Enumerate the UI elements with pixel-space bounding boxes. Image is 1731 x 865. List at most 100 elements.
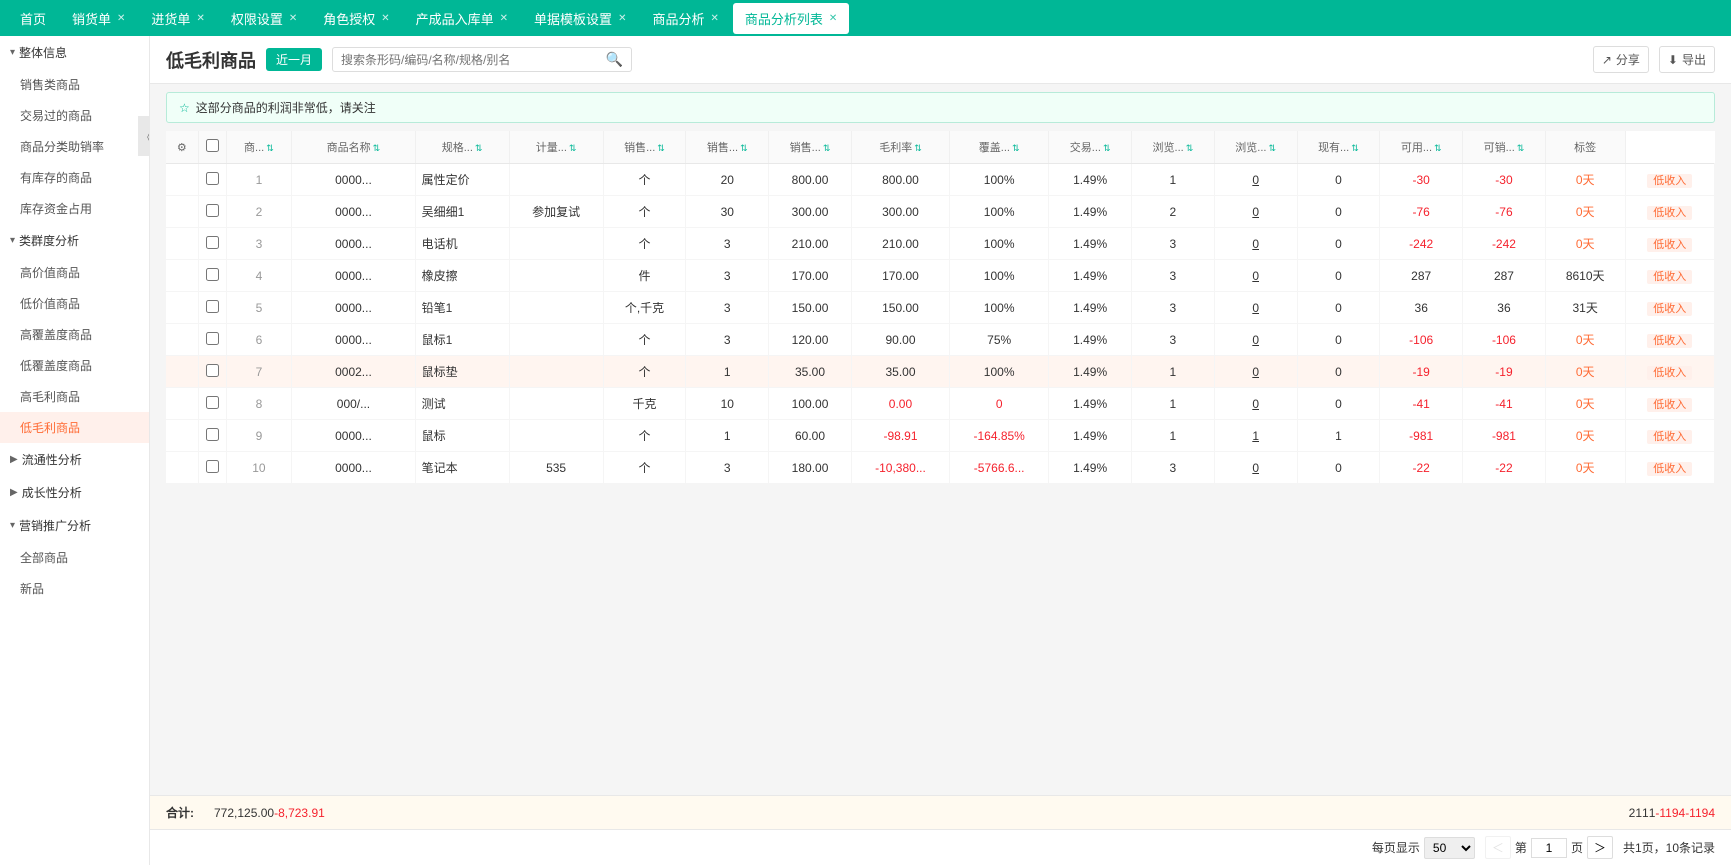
row-select-checkbox[interactable] xyxy=(206,460,219,473)
nav-product-entry[interactable]: 产成品入库单 ✕ xyxy=(404,3,520,34)
row-select-checkbox[interactable] xyxy=(206,332,219,345)
row-views1[interactable]: 0 xyxy=(1214,228,1297,260)
col-sales-qty[interactable]: 销售...⇅ xyxy=(603,131,686,164)
nav-template-close[interactable]: ✕ xyxy=(618,13,626,24)
col-views1[interactable]: 浏览...⇅ xyxy=(1132,131,1215,164)
sidebar-item-stock-funds[interactable]: 库存资金占用 xyxy=(0,193,149,224)
row-select-checkbox[interactable] xyxy=(206,428,219,441)
nav-template-settings[interactable]: 单据模板设置 ✕ xyxy=(522,3,638,34)
next-page-btn[interactable]: ＞ xyxy=(1587,836,1613,859)
sidebar-group-cluster[interactable]: ▾ 类群度分析 xyxy=(0,224,149,257)
nav-home[interactable]: 首页 xyxy=(8,3,58,34)
search-icon[interactable]: 🔍 xyxy=(606,51,623,68)
row-views1[interactable]: 0 xyxy=(1214,324,1297,356)
row-tag: 低收入 xyxy=(1625,420,1715,452)
row-tag: 低收入 xyxy=(1625,452,1715,484)
col-sales-profit[interactable]: 销售...⇅ xyxy=(769,131,852,164)
nav-product-analysis[interactable]: 商品分析 ✕ xyxy=(640,3,730,34)
sidebar-item-high-coverage[interactable]: 高覆盖度商品 xyxy=(0,319,149,350)
row-views1[interactable]: 0 xyxy=(1214,356,1297,388)
row-trade-count: 3 xyxy=(1132,228,1215,260)
sidebar-group-growth[interactable]: ▶ 成长性分析 xyxy=(0,476,149,509)
sidebar-item-traded-goods[interactable]: 交易过的商品 xyxy=(0,100,149,131)
row-views2: 1 xyxy=(1297,420,1380,452)
col-name[interactable]: 商品名称⇅ xyxy=(292,131,415,164)
table-row: 8 000/... 测试 千克 10 100.00 0.00 0 1.49% 1… xyxy=(166,388,1715,420)
row-select-checkbox[interactable] xyxy=(206,364,219,377)
share-button[interactable]: ↗ 分享 xyxy=(1593,46,1649,73)
col-settings[interactable]: ⚙ xyxy=(166,131,198,164)
col-coverage[interactable]: 覆盖...⇅ xyxy=(950,131,1049,164)
row-views1[interactable]: 0 xyxy=(1214,260,1297,292)
row-views1[interactable]: 0 xyxy=(1214,196,1297,228)
sidebar-group-marketing[interactable]: ▾ 营销推广分析 xyxy=(0,509,149,542)
row-views1[interactable]: 0 xyxy=(1214,164,1297,196)
col-views2[interactable]: 浏览...⇅ xyxy=(1214,131,1297,164)
col-available[interactable]: 可用...⇅ xyxy=(1380,131,1463,164)
search-input[interactable] xyxy=(341,53,606,67)
select-all-checkbox[interactable] xyxy=(206,139,219,152)
page-input[interactable] xyxy=(1531,838,1567,858)
col-current-stock[interactable]: 现有...⇅ xyxy=(1297,131,1380,164)
row-views1[interactable]: 0 xyxy=(1214,292,1297,324)
prev-page-btn[interactable]: ＜ xyxy=(1485,836,1511,859)
nav-permissions[interactable]: 权限设置 ✕ xyxy=(219,3,309,34)
nav-permissions-close[interactable]: ✕ xyxy=(289,13,297,24)
nav-purchase-close[interactable]: ✕ xyxy=(196,13,204,24)
row-views1[interactable]: 1 xyxy=(1214,420,1297,452)
sidebar-collapse-btn[interactable]: 《 xyxy=(138,116,150,156)
sidebar-item-high-value[interactable]: 高价值商品 xyxy=(0,257,149,288)
nav-role-auth[interactable]: 角色授权 ✕ xyxy=(311,3,401,34)
sidebar-item-sales-goods[interactable]: 销售类商品 xyxy=(0,69,149,100)
row-views2: 0 xyxy=(1297,260,1380,292)
row-spec xyxy=(509,324,603,356)
col-spec[interactable]: 规格...⇅ xyxy=(415,131,509,164)
col-trade[interactable]: 交易...⇅ xyxy=(1049,131,1132,164)
row-select-checkbox[interactable] xyxy=(206,204,219,217)
col-sellable[interactable]: 可销...⇅ xyxy=(1463,131,1546,164)
row-select-checkbox[interactable] xyxy=(206,172,219,185)
sidebar-item-category-assist[interactable]: 商品分类助销率 xyxy=(0,131,149,162)
sidebar-item-stock-goods[interactable]: 有库存的商品 xyxy=(0,162,149,193)
sidebar-item-low-coverage[interactable]: 低覆盖度商品 xyxy=(0,350,149,381)
nav-role-close[interactable]: ✕ xyxy=(381,13,389,24)
row-spec: 535 xyxy=(509,452,603,484)
export-button[interactable]: ⬇ 导出 xyxy=(1659,46,1715,73)
col-code[interactable]: 商...⇅ xyxy=(226,131,292,164)
period-button[interactable]: 近一月 xyxy=(266,48,322,71)
sidebar-item-new-goods[interactable]: 新品 xyxy=(0,573,149,604)
row-tag: 低收入 xyxy=(1625,388,1715,420)
sidebar-item-high-margin[interactable]: 高毛利商品 xyxy=(0,381,149,412)
col-unit[interactable]: 计量...⇅ xyxy=(509,131,603,164)
sidebar-item-low-value[interactable]: 低价值商品 xyxy=(0,288,149,319)
nav-analysis-list[interactable]: 商品分析列表 ✕ xyxy=(733,3,849,34)
row-spec: 参加复试 xyxy=(509,196,603,228)
col-gross-margin[interactable]: 毛利率⇅ xyxy=(851,131,949,164)
sidebar-item-low-margin[interactable]: 低毛利商品 xyxy=(0,412,149,443)
nav-product-close[interactable]: ✕ xyxy=(500,13,508,24)
nav-analysis-close[interactable]: ✕ xyxy=(710,13,718,24)
sidebar-group-overall[interactable]: ▾ 整体信息 xyxy=(0,36,149,69)
row-name: 橡皮擦 xyxy=(415,260,509,292)
total-records: 共1页，10条记录 xyxy=(1623,839,1715,856)
sidebar-group-circulation[interactable]: ▶ 流通性分析 xyxy=(0,443,149,476)
row-select-checkbox[interactable] xyxy=(206,300,219,313)
nav-sales-order[interactable]: 销货单 ✕ xyxy=(60,3,137,34)
row-unit: 个 xyxy=(603,420,686,452)
row-select-checkbox[interactable] xyxy=(206,396,219,409)
row-select-checkbox[interactable] xyxy=(206,268,219,281)
col-tag: 标签 xyxy=(1545,131,1625,164)
row-select-checkbox[interactable] xyxy=(206,236,219,249)
row-available: -981 xyxy=(1463,420,1546,452)
row-current-stock: 287 xyxy=(1380,260,1463,292)
nav-purchase-order[interactable]: 进货单 ✕ xyxy=(139,3,216,34)
nav-analysis-list-close[interactable]: ✕ xyxy=(829,13,837,24)
col-sales-price[interactable]: 销售...⇅ xyxy=(686,131,769,164)
nav-sales-order-close[interactable]: ✕ xyxy=(117,13,125,24)
row-views1[interactable]: 0 xyxy=(1214,388,1297,420)
per-page-select[interactable]: 50 20 100 xyxy=(1424,837,1475,859)
row-tag: 低收入 xyxy=(1625,164,1715,196)
row-views1[interactable]: 0 xyxy=(1214,452,1297,484)
row-current-stock: -41 xyxy=(1380,388,1463,420)
sidebar-item-all-goods[interactable]: 全部商品 xyxy=(0,542,149,573)
